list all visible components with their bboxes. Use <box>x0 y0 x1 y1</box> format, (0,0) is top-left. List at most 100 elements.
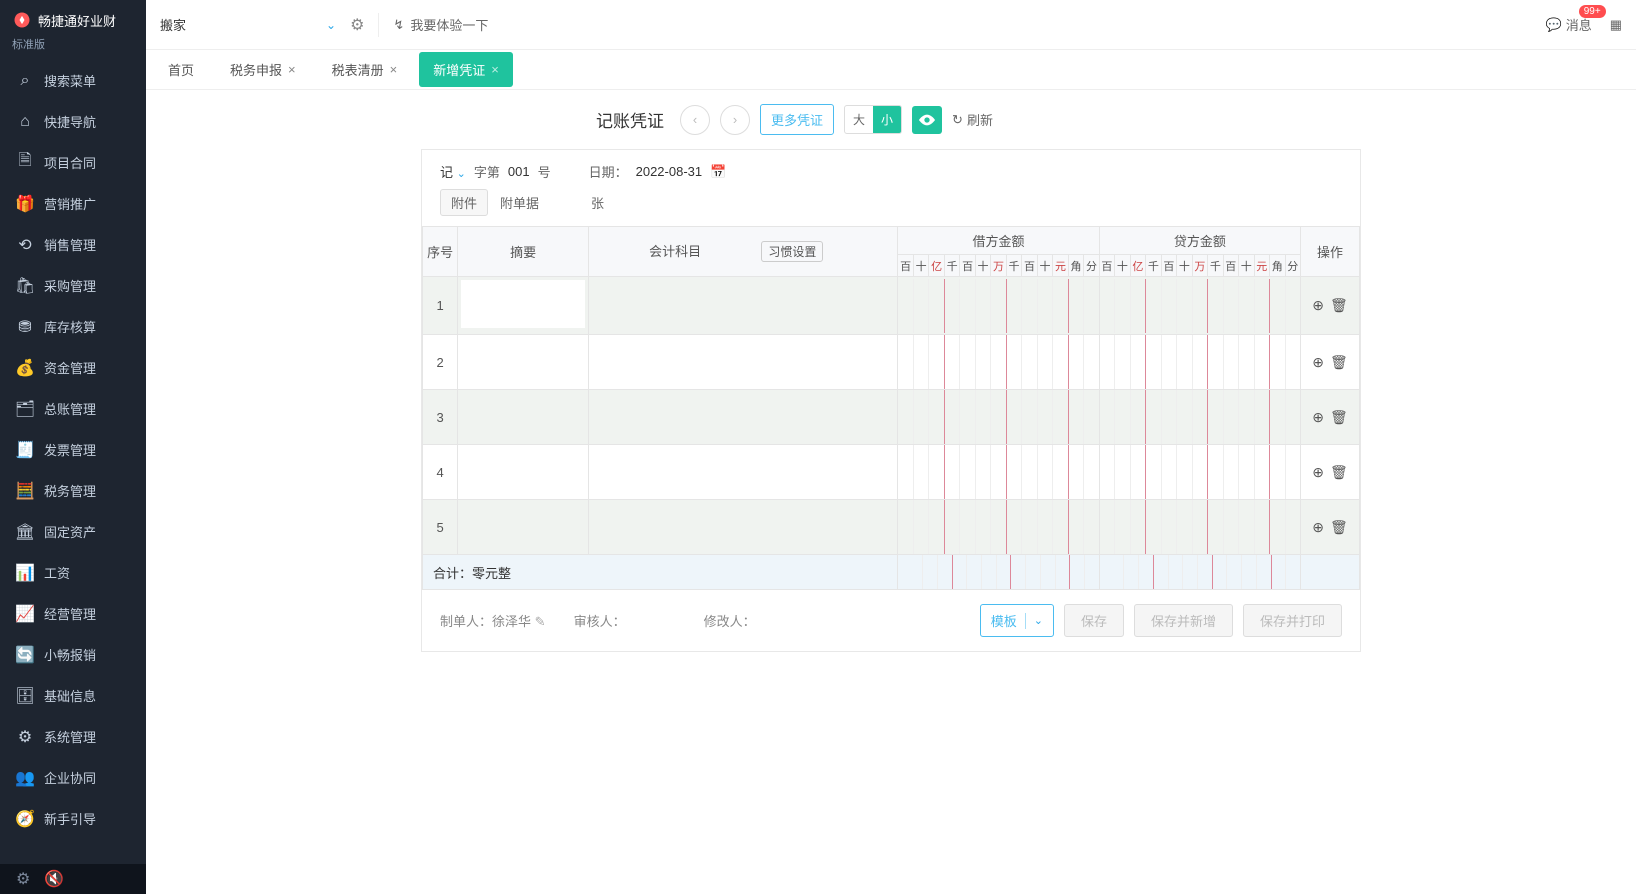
sidebar-item-icon: 📈 <box>16 605 34 623</box>
sidebar-item-14[interactable]: 🔄小畅报销 <box>0 634 146 675</box>
credit-cell[interactable] <box>1099 390 1300 445</box>
sidebar-item-10[interactable]: 🧮税务管理 <box>0 470 146 511</box>
insert-row-icon[interactable]: ⊕ <box>1312 354 1324 370</box>
sidebar-item-9[interactable]: 🧾发票管理 <box>0 429 146 470</box>
edit-icon[interactable]: ✎ <box>535 614 546 629</box>
sidebar-item-6[interactable]: ⛃库存核算 <box>0 306 146 347</box>
summary-input[interactable] <box>461 280 584 328</box>
debit-cell[interactable] <box>898 277 1099 335</box>
voucher-date-input[interactable]: 2022-08-31 <box>636 164 703 179</box>
voucher-footer: 制单人：徐泽华 ✎ 审核人： 修改人： 模板⌄ 保存 保存并新增 保存并打印 <box>422 590 1360 651</box>
delete-row-icon[interactable]: 🗑 <box>1330 519 1348 535</box>
summary-cell[interactable] <box>458 335 588 390</box>
more-voucher-button[interactable]: 更多凭证 <box>760 104 834 135</box>
delete-row-icon[interactable]: 🗑 <box>1330 297 1348 313</box>
close-icon[interactable]: × <box>491 62 499 77</box>
sidebar-item-label: 发票管理 <box>44 440 96 459</box>
sidebar-item-icon: ⚙ <box>16 728 34 746</box>
sidebar-item-icon: ⌂ <box>16 113 34 131</box>
sidebar-item-icon: 🧮 <box>16 482 34 500</box>
close-icon[interactable]: × <box>390 62 398 77</box>
col-summary: 摘要 <box>458 227 588 277</box>
digit-header: 分 <box>1084 255 1099 277</box>
tab-2[interactable]: 税表清册× <box>318 52 412 87</box>
subject-cell[interactable] <box>588 335 898 390</box>
sidebar-item-18[interactable]: 🧭新手引导 <box>0 798 146 839</box>
sidebar-item-15[interactable]: 🗄基础信息 <box>0 675 146 716</box>
sound-icon[interactable]: 🔇 <box>44 869 64 889</box>
save-print-button[interactable]: 保存并打印 <box>1243 604 1342 637</box>
calendar-icon[interactable]: 📅 <box>710 164 726 180</box>
insert-row-icon[interactable]: ⊕ <box>1312 297 1324 313</box>
sidebar-item-icon: 🗎 <box>16 154 34 172</box>
preview-button[interactable] <box>912 106 942 134</box>
sidebar-item-17[interactable]: 👥企业协同 <box>0 757 146 798</box>
subject-cell[interactable] <box>588 445 898 500</box>
debit-cell[interactable] <box>898 445 1099 500</box>
save-button[interactable]: 保存 <box>1064 604 1124 637</box>
size-small-button[interactable]: 小 <box>873 106 901 133</box>
digit-header: 元 <box>1254 255 1269 277</box>
sidebar-item-13[interactable]: 📈经营管理 <box>0 593 146 634</box>
refresh-button[interactable]: ↻ 刷新 <box>952 110 993 129</box>
sidebar-item-7[interactable]: 💰资金管理 <box>0 347 146 388</box>
sidebar-item-8[interactable]: 🗂总账管理 <box>0 388 146 429</box>
habit-settings-button[interactable]: 习惯设置 <box>761 241 823 262</box>
sidebar-item-1[interactable]: ⌂快捷导航 <box>0 101 146 142</box>
debit-cell[interactable] <box>898 500 1099 555</box>
tab-0[interactable]: 首页 <box>154 52 208 87</box>
sidebar-item-icon: 🗄 <box>16 687 34 705</box>
summary-cell[interactable] <box>458 445 588 500</box>
summary-cell[interactable] <box>458 500 588 555</box>
sidebar-item-0[interactable]: ⌕搜索菜单 <box>0 60 146 101</box>
panel-icon[interactable]: ▦ <box>1610 17 1622 33</box>
credit-cell[interactable] <box>1099 445 1300 500</box>
insert-row-icon[interactable]: ⊕ <box>1312 464 1324 480</box>
delete-row-icon[interactable]: 🗑 <box>1330 464 1348 480</box>
sidebar-item-label: 固定资产 <box>44 522 96 541</box>
prev-button[interactable]: ‹ <box>680 105 710 135</box>
voucher-number-input[interactable]: 001 <box>508 164 530 179</box>
sidebar-item-label: 库存核算 <box>44 317 96 336</box>
summary-cell[interactable] <box>458 390 588 445</box>
subject-cell[interactable] <box>588 277 898 335</box>
summary-cell[interactable] <box>458 277 588 335</box>
page-title: 记账凭证 <box>596 107 664 132</box>
credit-cell[interactable] <box>1099 277 1300 335</box>
voucher-type-select[interactable]: 记 ⌄ <box>440 162 466 181</box>
sidebar-item-11[interactable]: 🏛固定资产 <box>0 511 146 552</box>
settings-icon[interactable]: ⚙ <box>16 869 30 889</box>
sidebar-item-5[interactable]: 🛍采购管理 <box>0 265 146 306</box>
debit-cell[interactable] <box>898 335 1099 390</box>
subject-cell[interactable] <box>588 390 898 445</box>
company-select[interactable]: 搬家 ⌄ <box>160 15 336 34</box>
sidebar-item-16[interactable]: ⚙系统管理 <box>0 716 146 757</box>
sidebar-item-12[interactable]: 📊工资 <box>0 552 146 593</box>
op-cell: ⊕🗑 <box>1300 390 1359 445</box>
credit-cell[interactable] <box>1099 335 1300 390</box>
tab-3[interactable]: 新增凭证× <box>419 52 513 87</box>
next-button[interactable]: › <box>720 105 750 135</box>
gear-icon[interactable]: ⚙ <box>350 15 364 35</box>
template-button[interactable]: 模板⌄ <box>980 604 1054 637</box>
insert-row-icon[interactable]: ⊕ <box>1312 519 1324 535</box>
debit-cell[interactable] <box>898 390 1099 445</box>
digit-header: 千 <box>944 255 959 277</box>
subject-cell[interactable] <box>588 500 898 555</box>
delete-row-icon[interactable]: 🗑 <box>1330 409 1348 425</box>
delete-row-icon[interactable]: 🗑 <box>1330 354 1348 370</box>
sidebar-item-3[interactable]: 🎁营销推广 <box>0 183 146 224</box>
credit-cell[interactable] <box>1099 500 1300 555</box>
sidebar-item-2[interactable]: 🗎项目合同 <box>0 142 146 183</box>
close-icon[interactable]: × <box>288 62 296 77</box>
tab-1[interactable]: 税务申报× <box>216 52 310 87</box>
message-button[interactable]: 💬 消息 99+ <box>1546 15 1592 34</box>
attachment-button[interactable]: 附件 <box>440 189 488 216</box>
table-row: 1⊕🗑 <box>423 277 1360 335</box>
size-large-button[interactable]: 大 <box>845 106 873 133</box>
experience-button[interactable]: ↯ 我要体验一下 <box>393 15 488 34</box>
col-op: 操作 <box>1300 227 1359 277</box>
sidebar-item-4[interactable]: ⟲销售管理 <box>0 224 146 265</box>
insert-row-icon[interactable]: ⊕ <box>1312 409 1324 425</box>
save-new-button[interactable]: 保存并新增 <box>1134 604 1233 637</box>
